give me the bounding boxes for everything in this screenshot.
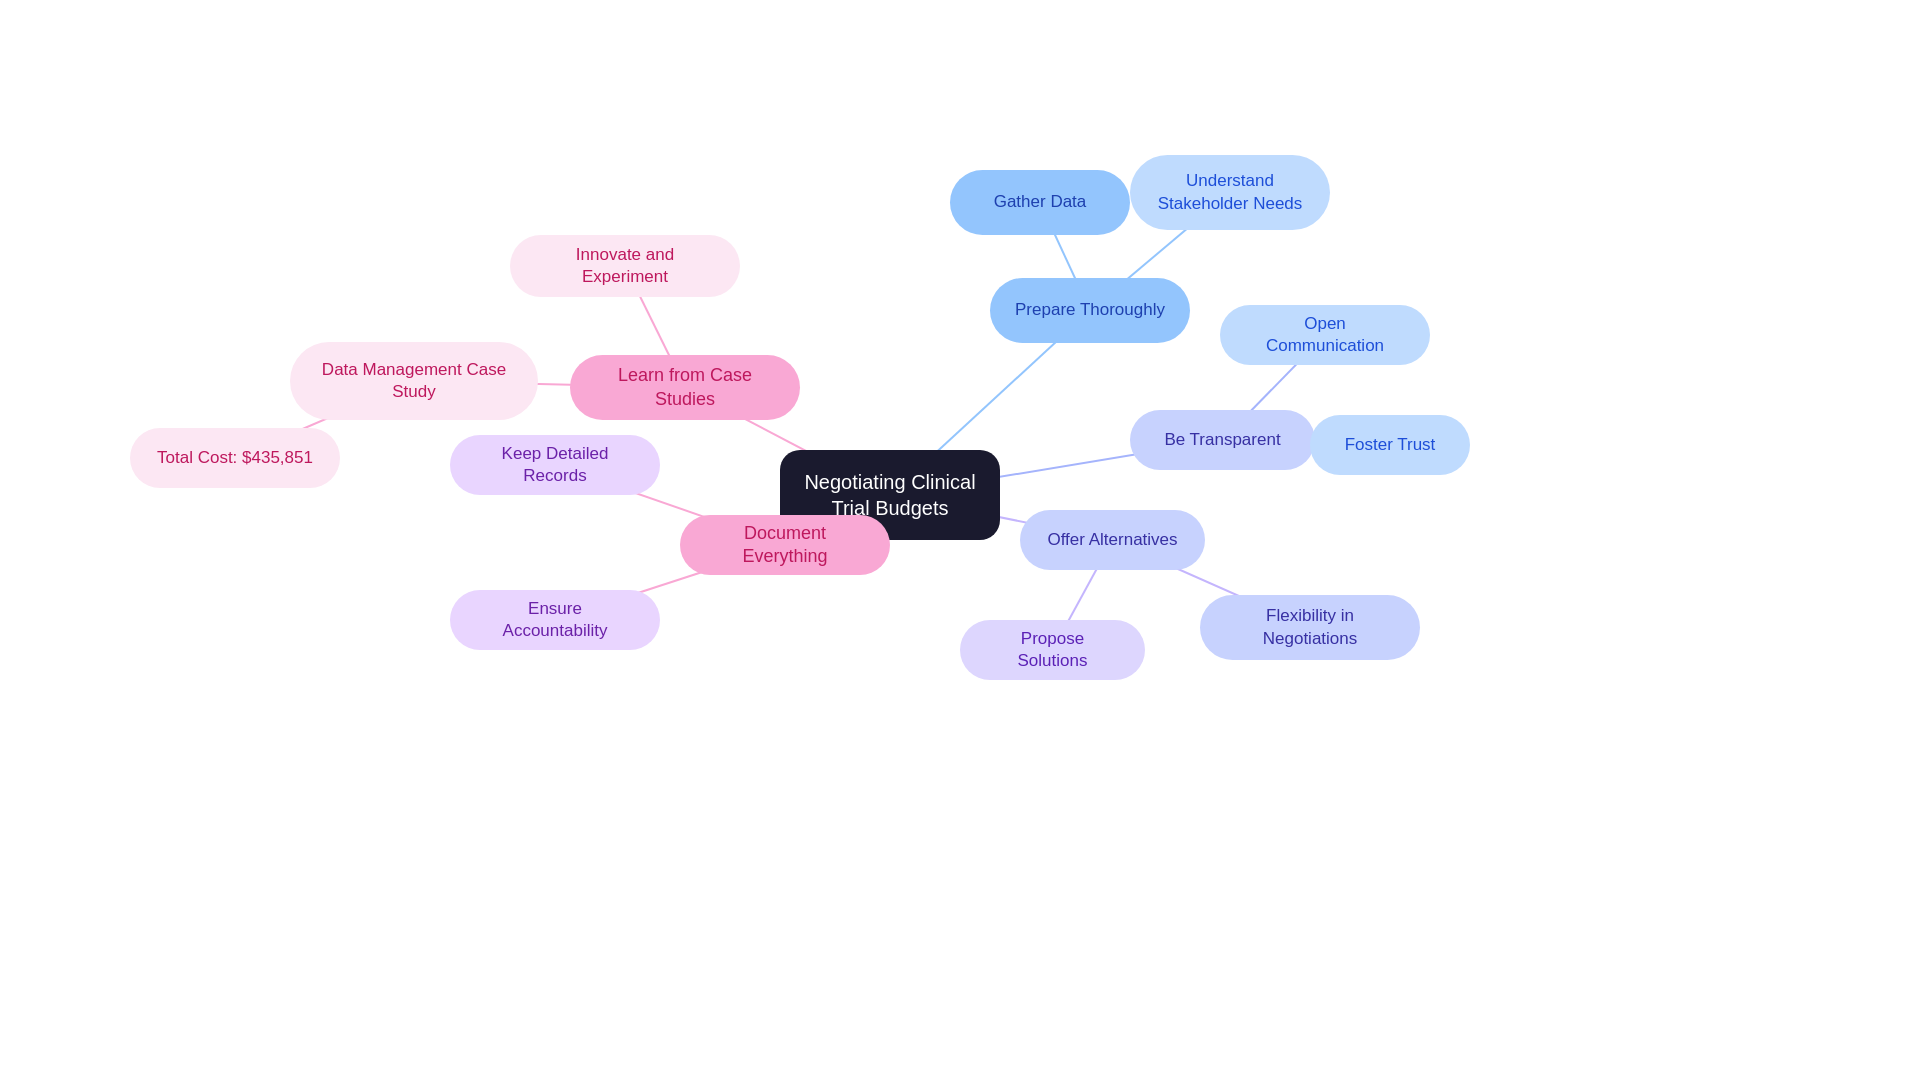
data-management-case-study-node[interactable]: Data Management Case Study [290, 342, 538, 420]
be-transparent-node[interactable]: Be Transparent [1130, 410, 1315, 470]
connection-lines [0, 0, 1920, 1083]
prepare-thoroughly-node[interactable]: Prepare Thoroughly [990, 278, 1190, 343]
flexibility-negotiations-node[interactable]: Flexibility in Negotiations [1200, 595, 1420, 660]
gather-data-node[interactable]: Gather Data [950, 170, 1130, 235]
ensure-accountability-node[interactable]: Ensure Accountability [450, 590, 660, 650]
total-cost-node[interactable]: Total Cost: $435,851 [130, 428, 340, 488]
mindmap-canvas: Negotiating Clinical Trial Budgets Gathe… [0, 0, 1920, 1083]
innovate-experiment-node[interactable]: Innovate and Experiment [510, 235, 740, 297]
keep-detailed-records-node[interactable]: Keep Detailed Records [450, 435, 660, 495]
learn-from-case-studies-node[interactable]: Learn from Case Studies [570, 355, 800, 420]
offer-alternatives-node[interactable]: Offer Alternatives [1020, 510, 1205, 570]
document-everything-node[interactable]: Document Everything [680, 515, 890, 575]
foster-trust-node[interactable]: Foster Trust [1310, 415, 1470, 475]
understand-stakeholder-node[interactable]: Understand Stakeholder Needs [1130, 155, 1330, 230]
open-communication-node[interactable]: Open Communication [1220, 305, 1430, 365]
propose-solutions-node[interactable]: Propose Solutions [960, 620, 1145, 680]
